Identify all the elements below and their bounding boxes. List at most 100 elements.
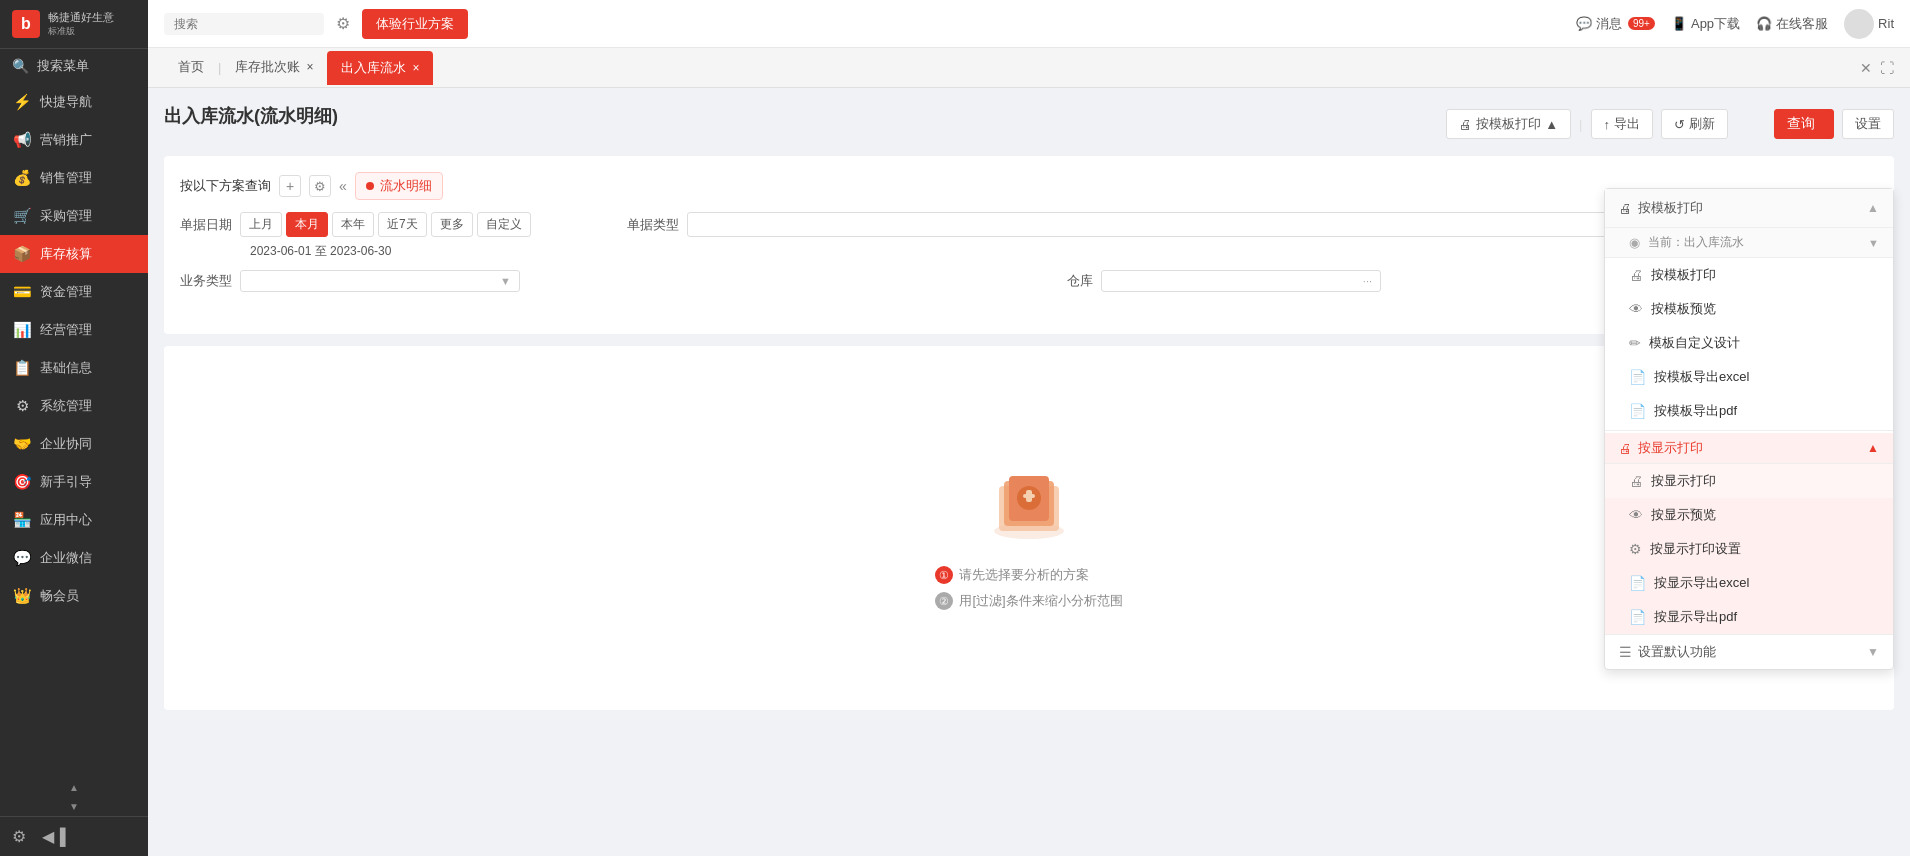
message-label: 消息 (1596, 15, 1622, 33)
template-export-excel-label: 按模板导出excel (1654, 368, 1749, 386)
app-download-item[interactable]: 📱 App下载 (1671, 15, 1740, 33)
print-dropdown-collapse-icon[interactable]: ▲ (1867, 201, 1879, 215)
date-btn-7days[interactable]: 近7天 (378, 212, 427, 237)
export-button[interactable]: ↑ 导出 (1591, 109, 1654, 139)
print-item-display-preview[interactable]: 👁 按显示预览 (1605, 498, 1893, 532)
date-btn-current-month[interactable]: 本月 (286, 212, 328, 237)
tab-stock-flow[interactable]: 出入库流水 × (327, 51, 433, 85)
user-avatar-item[interactable]: Rit (1844, 9, 1894, 39)
print-item-display-print[interactable]: 🖨 按显示打印 (1605, 464, 1893, 498)
print-template-label: 按模板打印 (1476, 115, 1541, 133)
cta-button[interactable]: 体验行业方案 (362, 9, 468, 39)
collab-icon: 🤝 (12, 435, 32, 453)
print-dropdown-header: 🖨 按模板打印 ▲ (1605, 189, 1893, 228)
maximize-icon[interactable]: ⛶ (1880, 60, 1894, 76)
sidebar-item-label: 销售管理 (40, 169, 92, 187)
sidebar-item-wechat[interactable]: 💬 企业微信 (0, 539, 148, 577)
topbar-search-box[interactable] (164, 13, 324, 35)
sidebar-item-sales[interactable]: 💰 销售管理 (0, 159, 148, 197)
online-service-item[interactable]: 🎧 在线客服 (1756, 15, 1828, 33)
tip-num-2: ② (935, 592, 953, 610)
tab-stock-flow-label: 出入库流水 (341, 59, 406, 77)
filter-settings-button[interactable]: ⚙ (309, 175, 331, 197)
sidebar-item-guide[interactable]: 🎯 新手引导 (0, 463, 148, 501)
print-item-display-export-excel[interactable]: 📄 按显示导出excel (1605, 566, 1893, 600)
tab-home[interactable]: 首页 (164, 50, 218, 86)
page-title: 出入库流水(流水明细) (164, 104, 338, 128)
sidebar-item-operations[interactable]: 📊 经营管理 (0, 311, 148, 349)
print-item-display-export-pdf[interactable]: 📄 按显示导出pdf (1605, 600, 1893, 634)
print-item-template-export-pdf[interactable]: 📄 按模板导出pdf (1605, 394, 1893, 428)
print-item-template-print[interactable]: 🖨 按模板打印 (1605, 258, 1893, 292)
query-button[interactable]: 查询 (1774, 109, 1834, 139)
print-section-display-label[interactable]: 🖨 按显示打印 ▲ (1605, 433, 1893, 464)
print-item-template-preview[interactable]: 👁 按模板预览 (1605, 292, 1893, 326)
current-template-arrow-icon[interactable]: ▼ (1868, 237, 1879, 249)
empty-tip-1: ① 请先选择要分析的方案 (935, 566, 1122, 584)
message-item[interactable]: 💬 消息 99+ (1576, 15, 1655, 33)
set-default-button[interactable]: ☰ 设置默认功能 ▼ (1605, 634, 1893, 669)
display-print-label: 按显示打印 (1651, 472, 1716, 490)
close-page-icon[interactable]: ✕ (1860, 60, 1872, 76)
sidebar-item-collab[interactable]: 🤝 企业协同 (0, 425, 148, 463)
sidebar-item-finance[interactable]: 💳 资金管理 (0, 273, 148, 311)
filter-collapse-button[interactable]: « (339, 178, 347, 194)
add-filter-button[interactable]: + (279, 175, 301, 197)
tab-inventory-batch-label: 库存批次账 (235, 58, 300, 76)
online-service-label: 在线客服 (1776, 15, 1828, 33)
sidebar-item-marketing[interactable]: 📢 营销推广 (0, 121, 148, 159)
sidebar-item-basic[interactable]: 📋 基础信息 (0, 349, 148, 387)
sidebar-item-label: 经营管理 (40, 321, 92, 339)
tab-inventory-batch-close[interactable]: × (306, 60, 313, 74)
date-btn-current-year[interactable]: 本年 (332, 212, 374, 237)
print-item-template-custom[interactable]: ✏ 模板自定义设计 (1605, 326, 1893, 360)
print-template-button[interactable]: 🖨 按模板打印 ▲ (1446, 109, 1571, 139)
business-type-field: 业务类型 ▼ (180, 270, 991, 292)
filter-header-label: 按以下方案查询 (180, 177, 271, 195)
tab-inventory-batch[interactable]: 库存批次账 × (221, 50, 327, 86)
settings-button[interactable]: 设置 (1842, 109, 1894, 139)
refresh-button[interactable]: ↺ 刷新 (1661, 109, 1728, 139)
sidebar-item-member[interactable]: 👑 畅会员 (0, 577, 148, 615)
display-section-arrow-icon[interactable]: ▲ (1867, 441, 1879, 455)
business-type-label: 业务类型 (180, 272, 232, 290)
filter-tag-item[interactable]: 流水明细 (355, 172, 443, 200)
sidebar-item-system[interactable]: ⚙ 系统管理 (0, 387, 148, 425)
sales-icon: 💰 (12, 169, 32, 187)
warehouse-more-icon[interactable]: ··· (1363, 275, 1372, 287)
template-export-excel-icon: 📄 (1629, 369, 1646, 385)
sidebar-item-inventory[interactable]: 📦 库存核算 (0, 235, 148, 273)
date-btn-last-month[interactable]: 上月 (240, 212, 282, 237)
sidebar-logo: b 畅捷通好生意 标准版 (0, 0, 148, 49)
date-btn-more[interactable]: 更多 (431, 212, 473, 237)
refresh-icon: ↺ (1674, 117, 1685, 132)
sidebar-scroll-up[interactable]: ▲ (0, 778, 148, 797)
sidebar-item-appstore[interactable]: 🏪 应用中心 (0, 501, 148, 539)
toolbar-divider: | (1579, 117, 1582, 132)
topbar-gear-icon[interactable]: ⚙ (336, 14, 350, 33)
doc-type-label: 单据类型 (627, 216, 679, 234)
sidebar-item-purchase[interactable]: 🛒 采购管理 (0, 197, 148, 235)
main-area: ⚙ 体验行业方案 💬 消息 99+ 📱 App下载 🎧 在线客服 Rit (148, 0, 1910, 856)
template-print-label: 按模板打印 (1651, 266, 1716, 284)
sidebar-scroll-down[interactable]: ▼ (0, 797, 148, 816)
display-export-excel-icon: 📄 (1629, 575, 1646, 591)
collapse-sidebar-icon[interactable]: ◀▐ (42, 827, 65, 846)
sidebar-item-label: 企业协同 (40, 435, 92, 453)
topbar-search-input[interactable] (174, 17, 314, 31)
tab-stock-flow-close[interactable]: × (412, 61, 419, 75)
sidebar-search-item[interactable]: 🔍 搜索菜单 (0, 49, 148, 83)
business-type-select[interactable]: ▼ (240, 270, 520, 292)
inventory-icon: 📦 (12, 245, 32, 263)
refresh-label: 刷新 (1689, 115, 1715, 133)
warehouse-select[interactable]: ··· (1101, 270, 1381, 292)
sidebar-item-quick-nav[interactable]: ⚡ 快捷导航 (0, 83, 148, 121)
empty-tip-2: ② 用[过滤]条件来缩小分析范围 (935, 592, 1122, 610)
phone-icon: 📱 (1671, 16, 1687, 31)
date-btn-custom[interactable]: 自定义 (477, 212, 531, 237)
guide-icon: 🎯 (12, 473, 32, 491)
print-item-display-settings[interactable]: ⚙ 按显示打印设置 (1605, 532, 1893, 566)
settings-bottom-icon[interactable]: ⚙ (12, 827, 26, 846)
print-item-template-export-excel[interactable]: 📄 按模板导出excel (1605, 360, 1893, 394)
empty-illustration (979, 446, 1079, 546)
